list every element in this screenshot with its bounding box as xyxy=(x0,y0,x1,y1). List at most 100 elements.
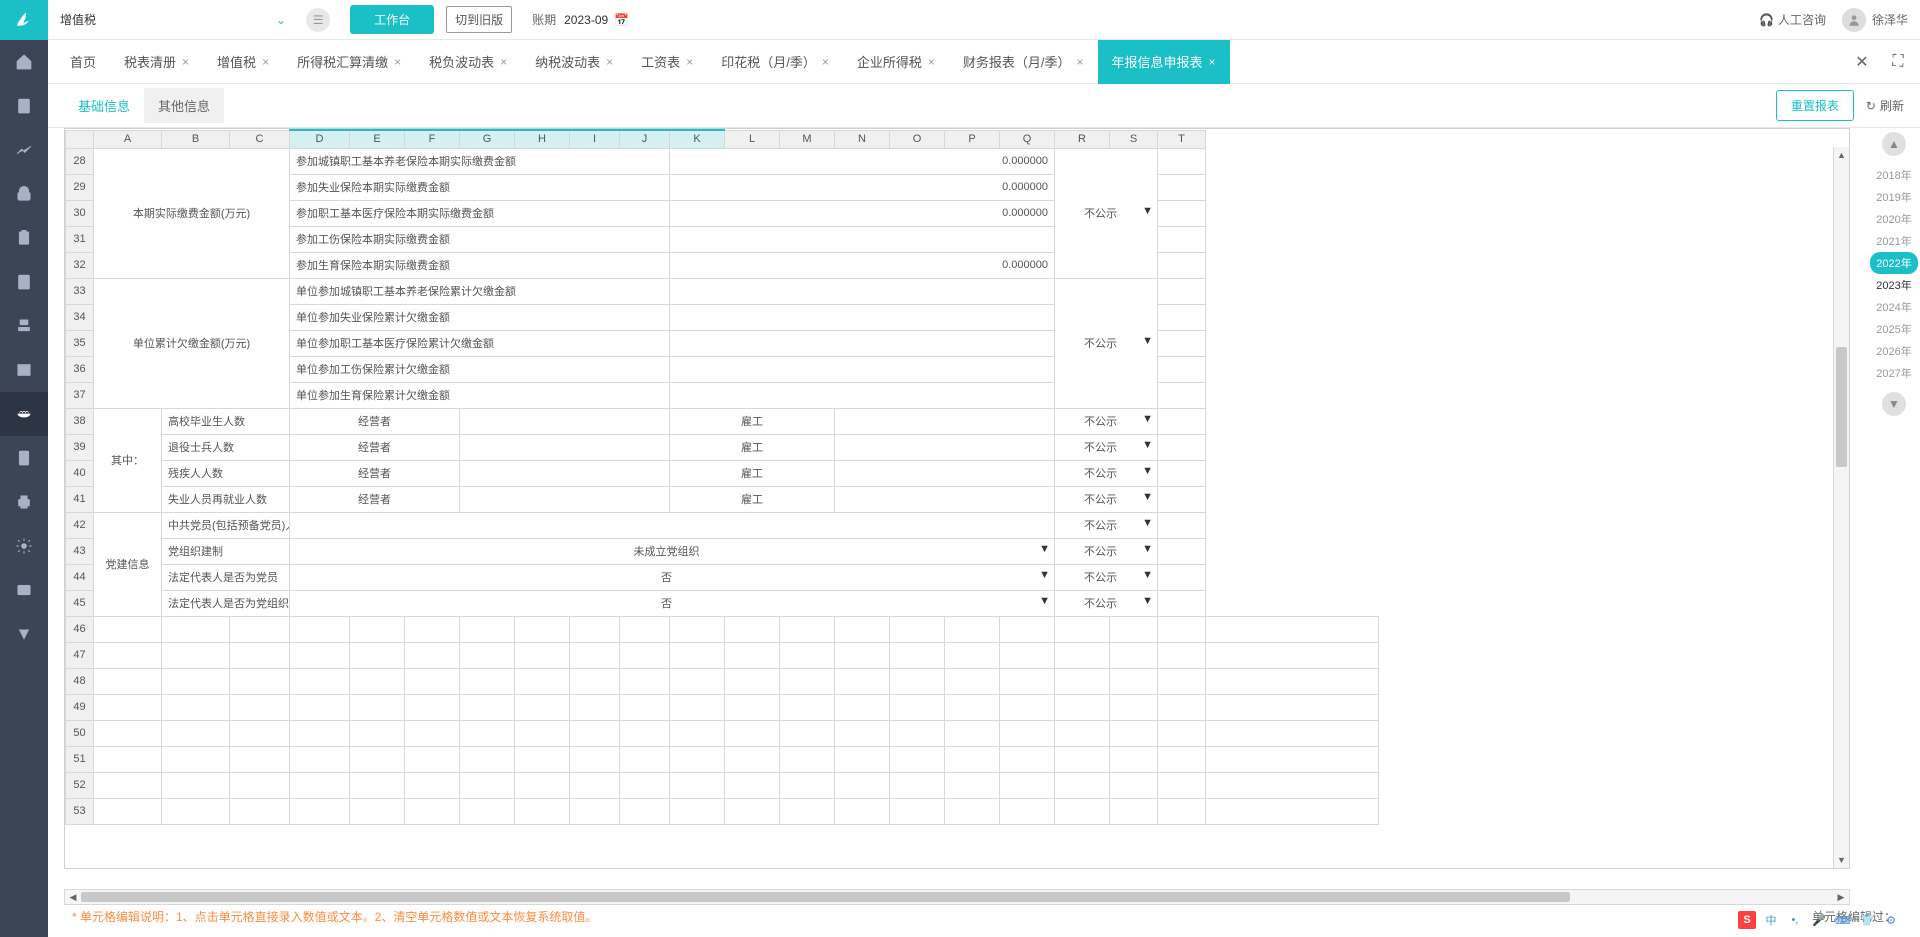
cell[interactable] xyxy=(460,616,515,642)
row-53[interactable]: 53 xyxy=(66,798,94,824)
cell-value[interactable] xyxy=(670,356,1055,382)
cell[interactable] xyxy=(835,798,890,824)
cell[interactable] xyxy=(230,746,290,772)
year-2020年[interactable]: 2020年 xyxy=(1870,208,1917,230)
cell[interactable] xyxy=(780,616,835,642)
cell[interactable] xyxy=(94,616,162,642)
cell-label[interactable]: 单位参加工伤保险累计欠缴金额 xyxy=(290,356,670,382)
row-47[interactable]: 47 xyxy=(66,642,94,668)
cell[interactable] xyxy=(1158,798,1206,824)
cell[interactable] xyxy=(780,798,835,824)
cell[interactable] xyxy=(350,616,405,642)
cell[interactable] xyxy=(290,642,350,668)
year-up-button[interactable]: ▲ xyxy=(1882,132,1906,156)
cell[interactable] xyxy=(1000,772,1055,798)
col-Q[interactable]: Q xyxy=(1000,130,1055,148)
cell-label[interactable]: 失业人员再就业人数 xyxy=(162,486,290,512)
cell[interactable] xyxy=(162,798,230,824)
row-33[interactable]: 33 xyxy=(66,278,94,304)
cell[interactable] xyxy=(780,720,835,746)
cell[interactable] xyxy=(620,746,670,772)
cell-label[interactable]: 参加生育保险本期实际缴费金额 xyxy=(290,252,670,278)
cell[interactable] xyxy=(515,772,570,798)
cell-label[interactable]: 高校毕业生人数 xyxy=(162,408,290,434)
cell[interactable] xyxy=(94,642,162,668)
cell[interactable] xyxy=(835,486,1055,512)
cell-value[interactable] xyxy=(670,330,1055,356)
cell[interactable] xyxy=(1158,720,1206,746)
cell[interactable] xyxy=(1110,746,1158,772)
cell[interactable] xyxy=(162,694,230,720)
cell[interactable] xyxy=(1158,642,1206,668)
close-icon[interactable]: × xyxy=(1209,55,1216,69)
cell[interactable] xyxy=(725,720,780,746)
row-30[interactable]: 30 xyxy=(66,200,94,226)
nav-print[interactable] xyxy=(0,480,48,524)
cell[interactable] xyxy=(405,798,460,824)
help-link[interactable]: 🎧 人工咨询 xyxy=(1759,11,1826,28)
cell[interactable] xyxy=(515,720,570,746)
nav-bag[interactable] xyxy=(0,172,48,216)
cell[interactable] xyxy=(835,772,890,798)
row-40[interactable]: 40 xyxy=(66,460,94,486)
row-48[interactable]: 48 xyxy=(66,668,94,694)
cell-op[interactable]: 经营者 xyxy=(290,486,460,512)
cell[interactable] xyxy=(405,616,460,642)
cell[interactable] xyxy=(290,720,350,746)
year-2023年[interactable]: 2023年 xyxy=(1870,274,1917,296)
scroll-up-icon[interactable]: ▲ xyxy=(1834,147,1849,163)
cell-value[interactable] xyxy=(670,304,1055,330)
cell[interactable] xyxy=(290,694,350,720)
cell[interactable] xyxy=(94,798,162,824)
cell[interactable] xyxy=(890,720,945,746)
cell[interactable] xyxy=(1206,798,1379,824)
row-29[interactable]: 29 xyxy=(66,174,94,200)
row-42[interactable]: 42 xyxy=(66,512,94,538)
cell[interactable] xyxy=(1000,720,1055,746)
cell[interactable] xyxy=(835,460,1055,486)
tab-财务报表（月/季）[interactable]: 财务报表（月/季）× xyxy=(949,40,1098,84)
cell[interactable] xyxy=(835,720,890,746)
col-O[interactable]: O xyxy=(890,130,945,148)
scroll-left-icon[interactable]: ◀ xyxy=(65,890,81,904)
cell[interactable] xyxy=(835,616,890,642)
col-A[interactable]: A xyxy=(94,130,162,148)
cell-emp[interactable]: 雇工 xyxy=(670,408,835,434)
cell[interactable] xyxy=(230,668,290,694)
nav-home[interactable] xyxy=(0,40,48,84)
cell[interactable] xyxy=(1206,642,1379,668)
cell[interactable] xyxy=(515,668,570,694)
cell-label[interactable]: 参加失业保险本期实际缴费金额 xyxy=(290,174,670,200)
nav-bowl[interactable] xyxy=(0,392,48,436)
cell[interactable] xyxy=(230,720,290,746)
cell[interactable] xyxy=(835,746,890,772)
cell[interactable] xyxy=(620,642,670,668)
cell[interactable] xyxy=(460,486,670,512)
cell[interactable] xyxy=(670,694,725,720)
row-44[interactable]: 44 xyxy=(66,564,94,590)
cell[interactable] xyxy=(890,616,945,642)
cell[interactable] xyxy=(1110,798,1158,824)
cell[interactable] xyxy=(350,668,405,694)
cell-label[interactable]: 党组织建制 xyxy=(162,538,290,564)
nav-calc[interactable] xyxy=(0,260,48,304)
year-2026年[interactable]: 2026年 xyxy=(1870,340,1917,362)
cell[interactable] xyxy=(1055,798,1110,824)
cell-value[interactable]: 0.000000 xyxy=(670,148,1055,174)
cell[interactable] xyxy=(230,798,290,824)
cell-label[interactable]: 单位参加失业保险累计欠缴金额 xyxy=(290,304,670,330)
ime-punct-icon[interactable]: •, xyxy=(1786,911,1804,929)
nav-receipt[interactable] xyxy=(0,436,48,480)
cell[interactable] xyxy=(620,720,670,746)
cell[interactable] xyxy=(1110,772,1158,798)
cell-emp[interactable]: 雇工 xyxy=(670,434,835,460)
row-35[interactable]: 35 xyxy=(66,330,94,356)
row-43[interactable]: 43 xyxy=(66,538,94,564)
cell-label[interactable]: 退役士兵人数 xyxy=(162,434,290,460)
year-2022年[interactable]: 2022年 xyxy=(1870,252,1917,274)
cell[interactable] xyxy=(725,746,780,772)
cell[interactable] xyxy=(835,408,1055,434)
cell-display[interactable]: 不公示▼ xyxy=(1055,408,1158,434)
cell[interactable] xyxy=(94,746,162,772)
row-38[interactable]: 38 xyxy=(66,408,94,434)
